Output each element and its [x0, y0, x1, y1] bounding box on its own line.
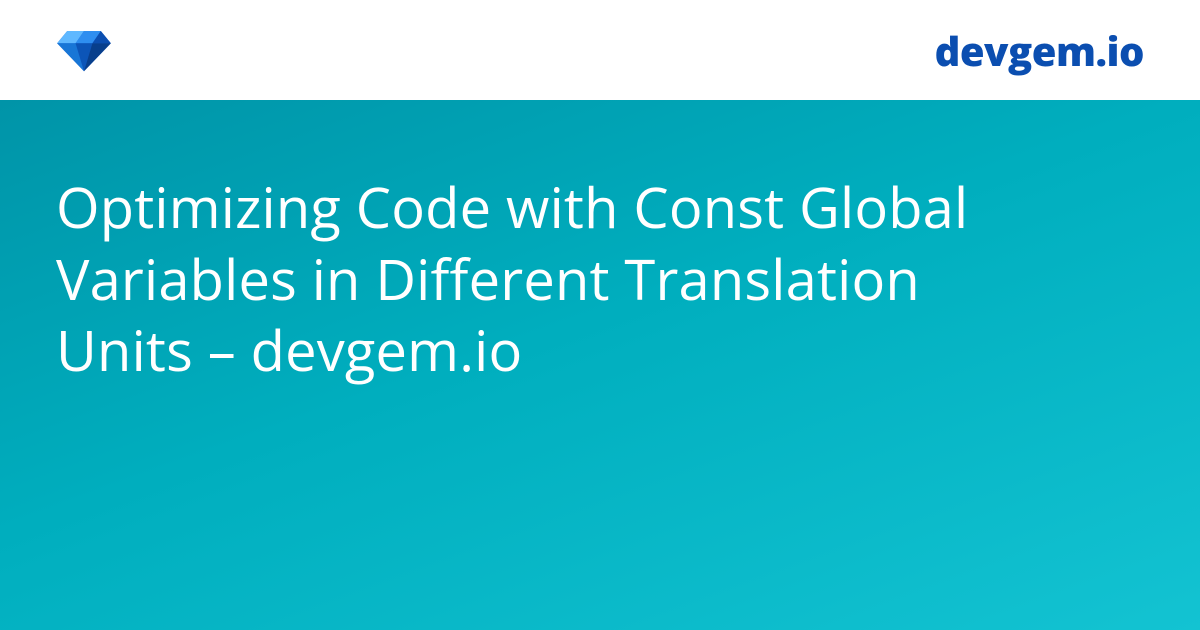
social-card: devgem.io Optimizing Code with Const Glo… [0, 0, 1200, 630]
hero-panel: Optimizing Code with Const Global Variab… [0, 100, 1200, 630]
site-logo [56, 26, 112, 74]
page-title: Optimizing Code with Const Global Variab… [56, 172, 1056, 387]
brand-wordmark: devgem.io [935, 23, 1144, 78]
header-bar: devgem.io [0, 0, 1200, 100]
gem-icon [56, 26, 112, 74]
